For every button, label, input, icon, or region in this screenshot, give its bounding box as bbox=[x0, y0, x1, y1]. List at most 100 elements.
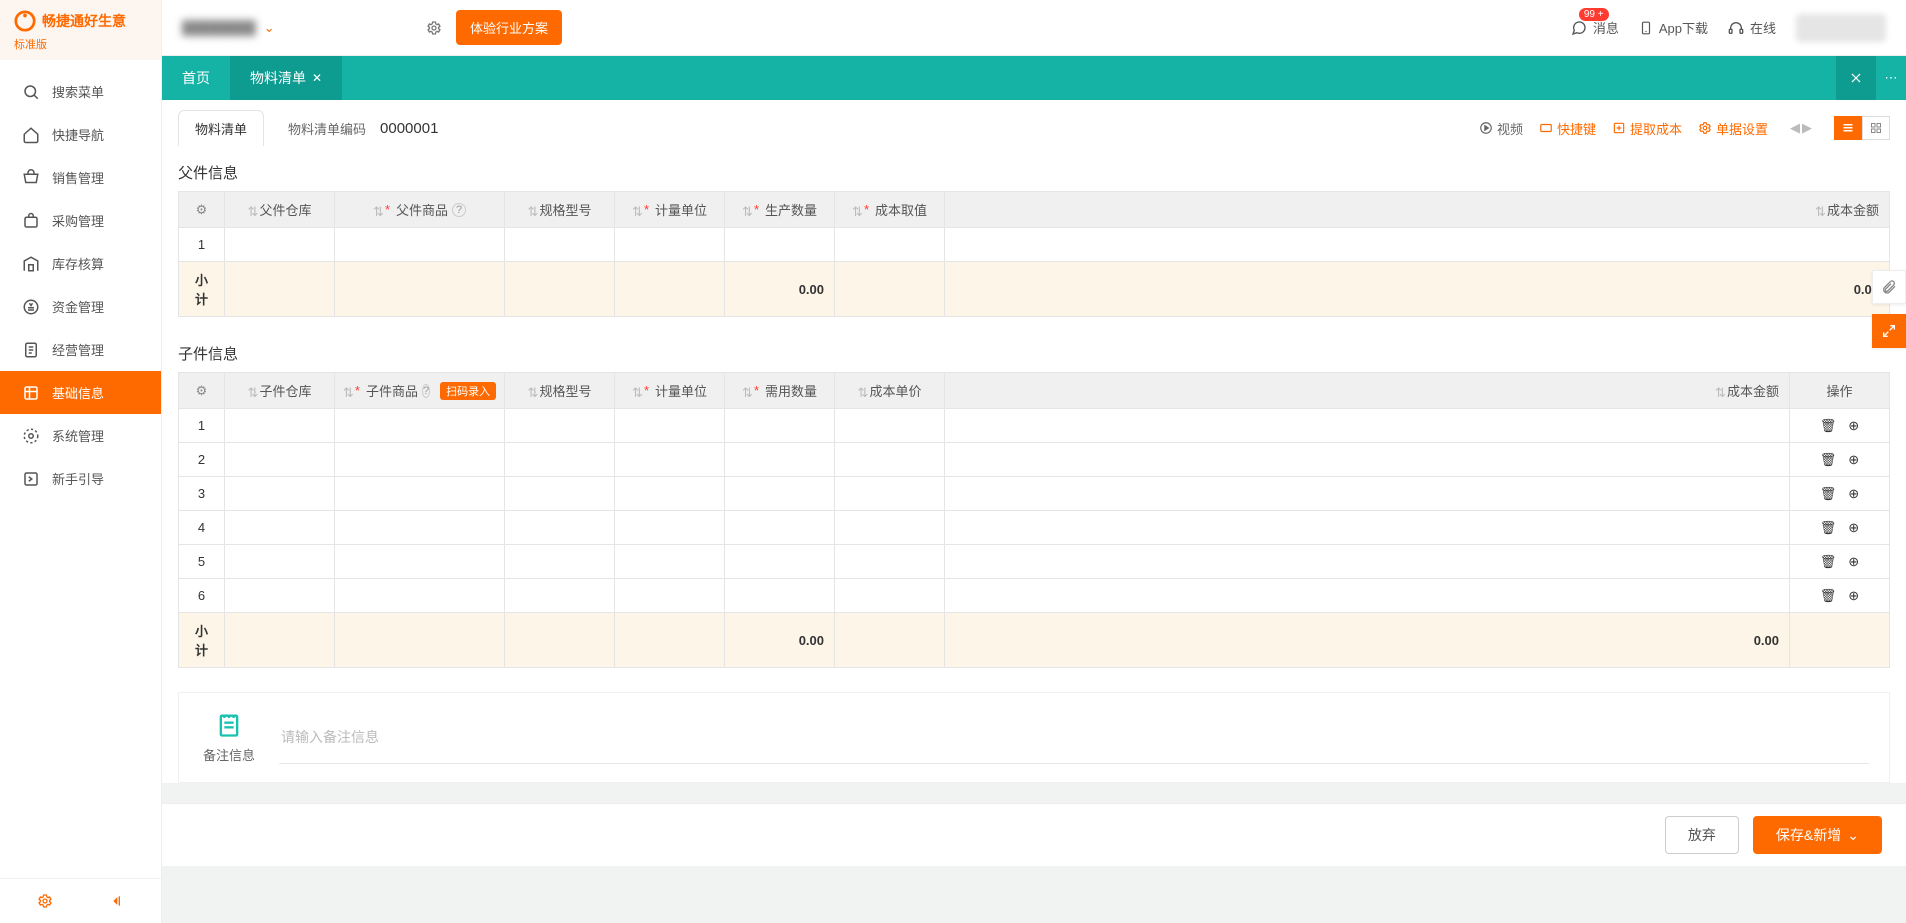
sidebar-item-home[interactable]: 快捷导航 bbox=[0, 113, 161, 156]
parent-col-warehouse[interactable]: ⇅父件仓库 bbox=[225, 192, 335, 228]
parent-col-settings[interactable]: ⚙ bbox=[179, 192, 225, 228]
stock-icon bbox=[22, 255, 40, 273]
video-help-button[interactable]: 视频 bbox=[1479, 119, 1523, 138]
chat-icon bbox=[1571, 20, 1587, 36]
messages-button[interactable]: 99 + 消息 bbox=[1571, 18, 1619, 37]
table-row[interactable]: 5🗑⊕ bbox=[179, 545, 1890, 579]
app-download-button[interactable]: App下载 bbox=[1639, 18, 1708, 37]
industry-plan-button[interactable]: 体验行业方案 bbox=[456, 10, 562, 45]
topbar: ████████ ⌄ 体验行业方案 99 + 消息 App下载 在线 bbox=[162, 0, 1906, 56]
sidebar-item-data[interactable]: 基础信息 bbox=[0, 371, 161, 414]
shortcut-button[interactable]: 快捷键 bbox=[1539, 119, 1596, 138]
child-col-warehouse[interactable]: ⇅子件仓库 bbox=[225, 373, 335, 409]
add-row-icon[interactable]: ⊕ bbox=[1848, 554, 1859, 569]
child-col-qty[interactable]: ⇅*需用数量 bbox=[725, 373, 835, 409]
footer-actions: 放弃 保存&新增 ⌄ bbox=[162, 803, 1906, 866]
parent-col-qty[interactable]: ⇅*生产数量 bbox=[725, 192, 835, 228]
org-selector[interactable]: ████████ ⌄ bbox=[182, 20, 412, 36]
attachment-button[interactable] bbox=[1872, 270, 1906, 304]
logo-text: 畅捷通好生意 bbox=[42, 11, 126, 31]
chevron-down-icon: ⌄ bbox=[264, 20, 275, 36]
child-table: ⚙ ⇅子件仓库 ⇅*子件商品?扫码录入 ⇅规格型号 ⇅*计量单位 ⇅*需用数量 … bbox=[178, 372, 1890, 668]
prev-record-button[interactable]: ◀ bbox=[1790, 120, 1800, 136]
sidebar: 畅捷通好生意 标准版 搜索菜单快捷导航销售管理采购管理库存核算资金管理经营管理基… bbox=[0, 0, 162, 923]
delete-row-icon[interactable]: 🗑 bbox=[1820, 554, 1837, 569]
table-row[interactable]: 4🗑⊕ bbox=[179, 511, 1890, 545]
sidebar-item-bag[interactable]: 采购管理 bbox=[0, 199, 161, 242]
add-row-icon[interactable]: ⊕ bbox=[1848, 520, 1859, 535]
parent-col-spec[interactable]: ⇅规格型号 bbox=[505, 192, 615, 228]
delete-row-icon[interactable]: 🗑 bbox=[1820, 418, 1837, 433]
sidebar-item-money[interactable]: 资金管理 bbox=[0, 285, 161, 328]
play-circle-icon bbox=[1479, 121, 1493, 135]
child-col-product[interactable]: ⇅*子件商品?扫码录入 bbox=[335, 373, 505, 409]
tab-1[interactable]: 物料清单✕ bbox=[230, 56, 342, 100]
parent-col-costpick[interactable]: ⇅*成本取值 bbox=[835, 192, 945, 228]
phone-icon bbox=[1639, 20, 1653, 36]
doc-icon bbox=[22, 341, 40, 359]
search-icon bbox=[22, 83, 40, 101]
chevron-down-icon: ⌄ bbox=[1847, 827, 1859, 844]
sidebar-item-label: 新手引导 bbox=[52, 469, 104, 488]
remark-input[interactable] bbox=[279, 711, 1869, 764]
view-list-button[interactable] bbox=[1834, 116, 1862, 140]
sidebar-item-label: 采购管理 bbox=[52, 211, 104, 230]
sheet-tab[interactable]: 物料清单 bbox=[178, 110, 264, 146]
sidebar-item-cart[interactable]: 销售管理 bbox=[0, 156, 161, 199]
discard-button[interactable]: 放弃 bbox=[1665, 816, 1739, 854]
child-col-costamt[interactable]: ⇅成本金额 bbox=[945, 373, 1790, 409]
keyboard-icon bbox=[1539, 121, 1553, 135]
close-tab-icon[interactable]: ✕ bbox=[312, 71, 322, 85]
table-row[interactable]: 1 bbox=[179, 228, 1890, 262]
save-and-new-button[interactable]: 保存&新增 ⌄ bbox=[1753, 816, 1882, 854]
close-all-tabs-button[interactable] bbox=[1836, 56, 1876, 100]
delete-row-icon[interactable]: 🗑 bbox=[1820, 452, 1837, 467]
scan-input-button[interactable]: 扫码录入 bbox=[440, 382, 496, 400]
table-row[interactable]: 2🗑⊕ bbox=[179, 443, 1890, 477]
user-avatar[interactable] bbox=[1796, 14, 1886, 42]
add-row-icon[interactable]: ⊕ bbox=[1848, 486, 1859, 501]
tab-strip: 首页物料清单✕ ⋯ bbox=[162, 56, 1906, 100]
online-support-button[interactable]: 在线 bbox=[1728, 18, 1776, 37]
delete-row-icon[interactable]: 🗑 bbox=[1820, 520, 1837, 535]
child-col-costprice[interactable]: ⇅成本单价 bbox=[835, 373, 945, 409]
next-record-button[interactable]: ▶ bbox=[1802, 120, 1812, 136]
extract-icon bbox=[1612, 121, 1626, 135]
table-row[interactable]: 3🗑⊕ bbox=[179, 477, 1890, 511]
table-row[interactable]: 1🗑⊕ bbox=[179, 409, 1890, 443]
parent-col-product[interactable]: ⇅*父件商品? bbox=[335, 192, 505, 228]
view-card-button[interactable] bbox=[1862, 116, 1890, 140]
add-row-icon[interactable]: ⊕ bbox=[1848, 452, 1859, 467]
add-row-icon[interactable]: ⊕ bbox=[1848, 588, 1859, 603]
sidebar-item-doc[interactable]: 经营管理 bbox=[0, 328, 161, 371]
sidebar-item-label: 资金管理 bbox=[52, 297, 104, 316]
table-row[interactable]: 6🗑⊕ bbox=[179, 579, 1890, 613]
sidebar-item-sys[interactable]: 系统管理 bbox=[0, 414, 161, 457]
sidebar-item-search[interactable]: 搜索菜单 bbox=[0, 70, 161, 113]
sidebar-footer bbox=[0, 878, 161, 923]
parent-col-costamt[interactable]: ⇅成本金额 bbox=[945, 192, 1890, 228]
money-icon bbox=[22, 298, 40, 316]
help-icon[interactable]: ? bbox=[422, 384, 430, 398]
sidebar-item-guide[interactable]: 新手引导 bbox=[0, 457, 161, 500]
add-row-icon[interactable]: ⊕ bbox=[1848, 418, 1859, 433]
sheet-settings-button[interactable]: 单据设置 bbox=[1698, 119, 1768, 138]
delete-row-icon[interactable]: 🗑 bbox=[1820, 588, 1837, 603]
settings-gear-icon[interactable] bbox=[37, 893, 53, 909]
org-settings-icon[interactable] bbox=[426, 20, 442, 36]
bag-icon bbox=[22, 212, 40, 230]
sidebar-item-stock[interactable]: 库存核算 bbox=[0, 242, 161, 285]
child-col-unit[interactable]: ⇅*计量单位 bbox=[615, 373, 725, 409]
delete-row-icon[interactable]: 🗑 bbox=[1820, 486, 1837, 501]
child-col-settings[interactable]: ⚙ bbox=[179, 373, 225, 409]
child-col-spec[interactable]: ⇅规格型号 bbox=[505, 373, 615, 409]
parent-col-unit[interactable]: ⇅*计量单位 bbox=[615, 192, 725, 228]
collapse-sidebar-icon[interactable] bbox=[108, 893, 124, 909]
logo-icon bbox=[14, 10, 36, 32]
tabs-more-button[interactable]: ⋯ bbox=[1876, 56, 1906, 100]
record-nav: ◀ ▶ bbox=[1784, 120, 1818, 136]
extract-cost-button[interactable]: 提取成本 bbox=[1612, 119, 1682, 138]
help-icon[interactable]: ? bbox=[452, 203, 466, 217]
tab-0[interactable]: 首页 bbox=[162, 56, 230, 100]
expand-button[interactable] bbox=[1872, 314, 1906, 348]
